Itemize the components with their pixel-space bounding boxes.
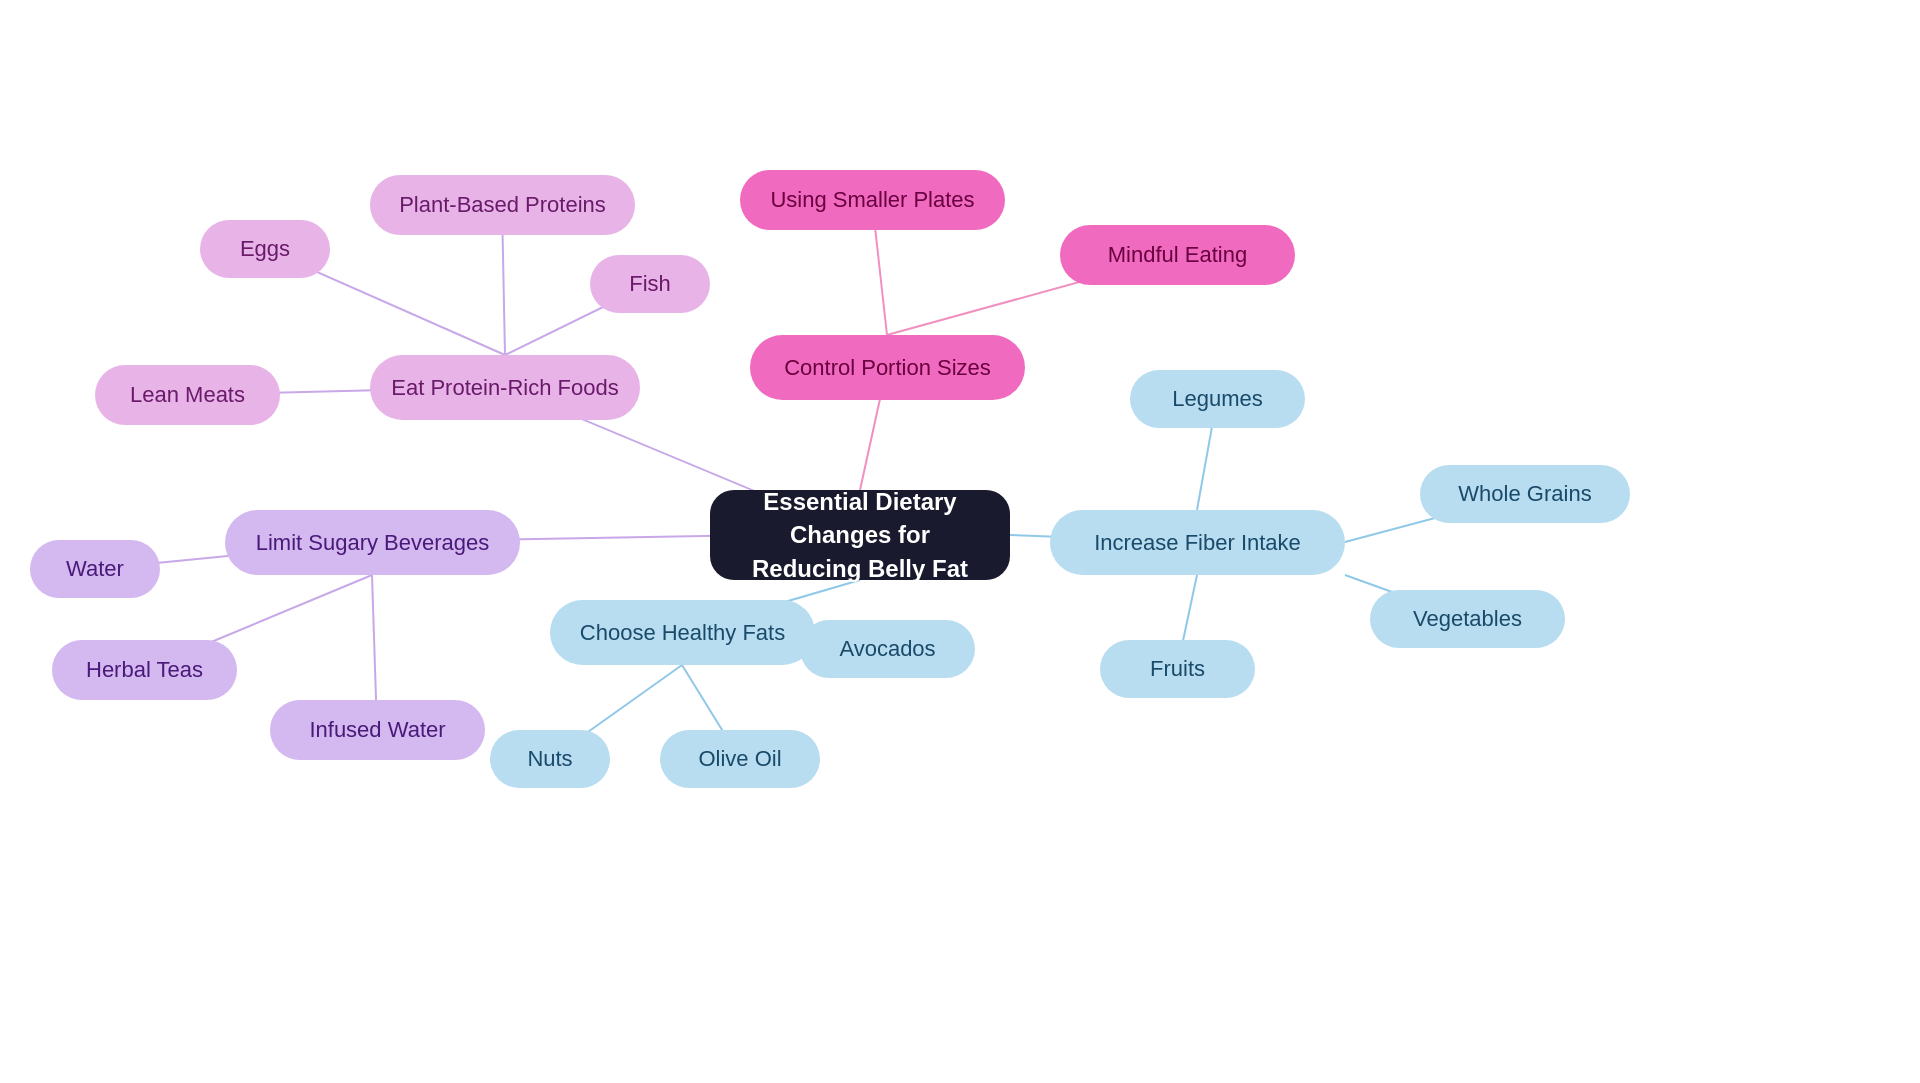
nuts-node: Nuts xyxy=(490,730,610,788)
limit-sugary-node: Limit Sugary Beverages xyxy=(225,510,520,575)
whole-grains-node: Whole Grains xyxy=(1420,465,1630,523)
lean-meats-node: Lean Meats xyxy=(95,365,280,425)
eggs-node: Eggs xyxy=(200,220,330,278)
plant-based-node: Plant-Based Proteins xyxy=(370,175,635,235)
control-portion-node: Control Portion Sizes xyxy=(750,335,1025,400)
fish-node: Fish xyxy=(590,255,710,313)
herbal-teas-node: Herbal Teas xyxy=(52,640,237,700)
olive-oil-node: Olive Oil xyxy=(660,730,820,788)
center-node: Essential Dietary Changes for Reducing B… xyxy=(710,490,1010,580)
choose-healthy-fats-node: Choose Healthy Fats xyxy=(550,600,815,665)
increase-fiber-node: Increase Fiber Intake xyxy=(1050,510,1345,575)
fruits-node: Fruits xyxy=(1100,640,1255,698)
legumes-node: Legumes xyxy=(1130,370,1305,428)
using-smaller-plates-node: Using Smaller Plates xyxy=(740,170,1005,230)
avocados-node: Avocados xyxy=(800,620,975,678)
mindful-eating-node: Mindful Eating xyxy=(1060,225,1295,285)
vegetables-node: Vegetables xyxy=(1370,590,1565,648)
eat-protein-node: Eat Protein-Rich Foods xyxy=(370,355,640,420)
water-node: Water xyxy=(30,540,160,598)
infused-water-node: Infused Water xyxy=(270,700,485,760)
